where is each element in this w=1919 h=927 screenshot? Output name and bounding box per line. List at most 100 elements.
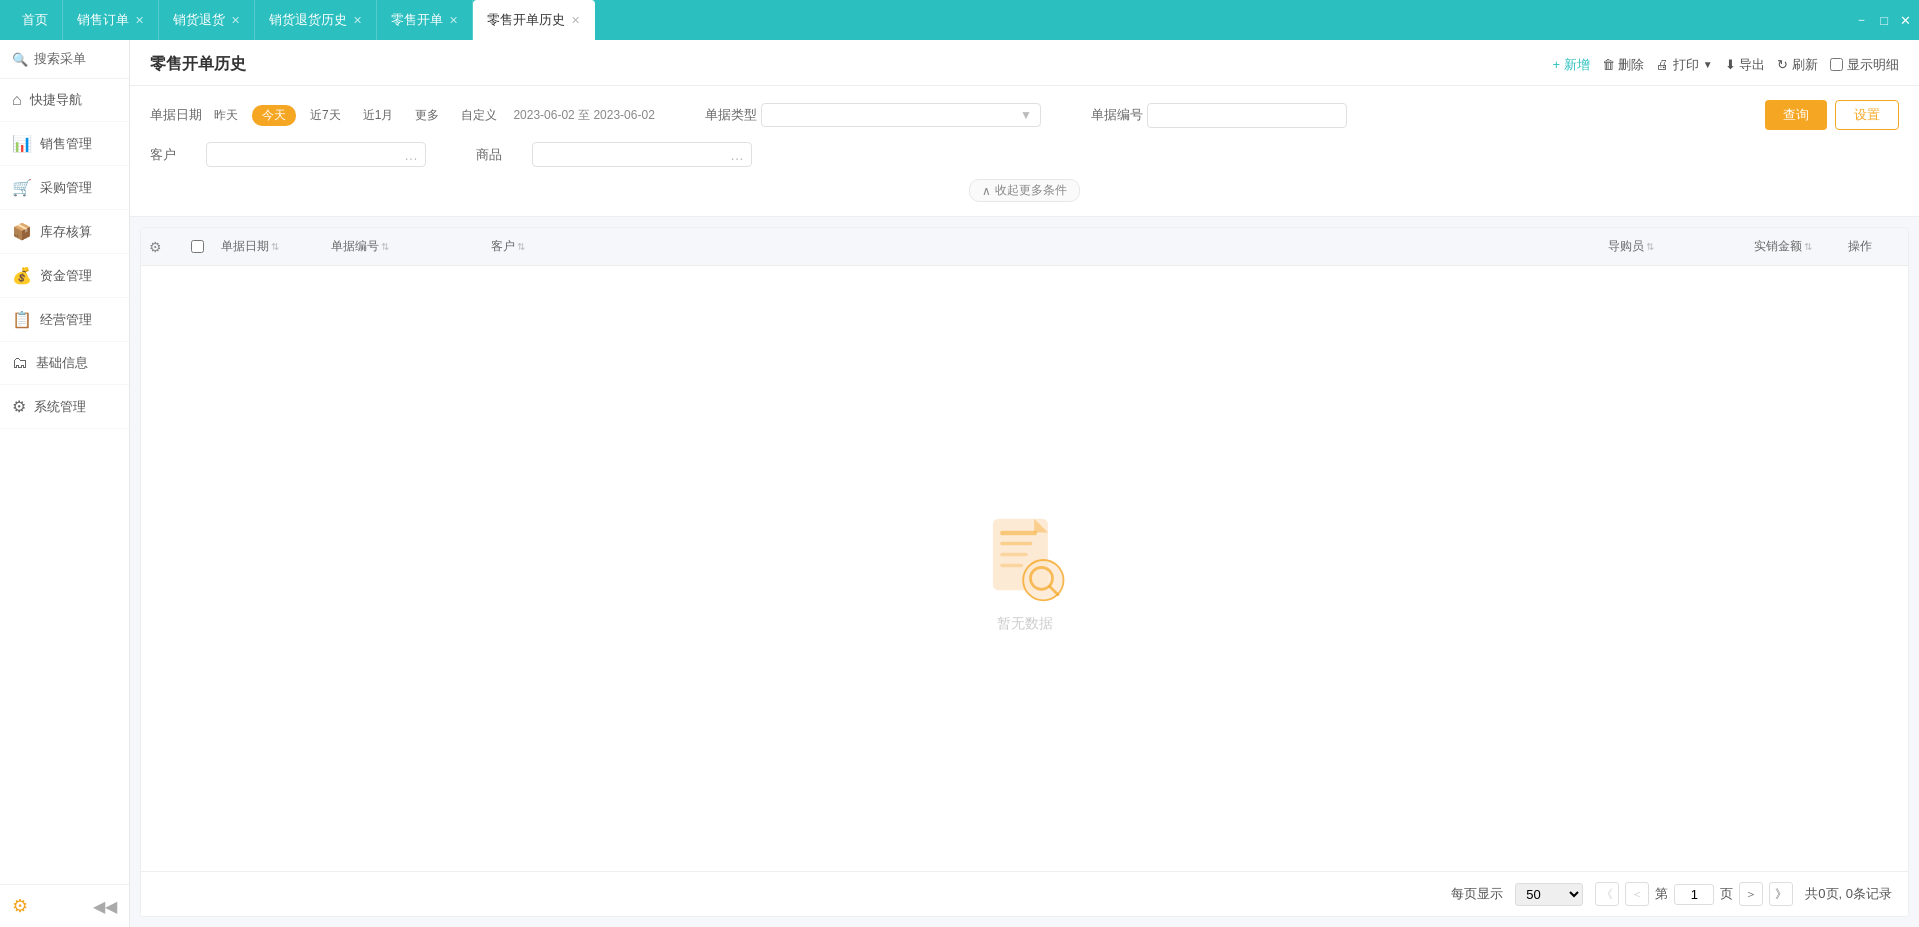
last-page-button[interactable]: 》 (1769, 882, 1793, 906)
settings-button[interactable]: 设置 (1835, 100, 1899, 130)
sidebar-item-quick-nav[interactable]: ⌂ 快捷导航 (0, 79, 129, 122)
col-header-number[interactable]: 单据编号 ⇅ (323, 238, 483, 255)
sidebar-item-purchase[interactable]: 🛒 采购管理 (0, 166, 129, 210)
close-button[interactable]: ✕ (1900, 13, 1911, 28)
per-page-label: 每页显示 (1451, 885, 1503, 903)
sidebar-item-sales[interactable]: 📊 销售管理 (0, 122, 129, 166)
per-page-select[interactable]: 50 100 200 (1515, 883, 1583, 906)
date-btn-yesterday[interactable]: 昨天 (206, 105, 246, 126)
date-filter-group: 单据日期 昨天 今天 近7天 近1月 更多 自定义 2023-06-02 至 2… (150, 105, 655, 126)
sidebar-item-basic-info[interactable]: 🗂 基础信息 (0, 342, 129, 385)
minimize-button[interactable]: － (1855, 11, 1868, 29)
query-button[interactable]: 查询 (1765, 100, 1827, 130)
date-buttons: 昨天 今天 近7天 近1月 更多 自定义 (206, 105, 505, 126)
page-number-input[interactable] (1674, 884, 1714, 905)
number-input[interactable] (1147, 103, 1347, 128)
goods-filter-group: 商品 … (476, 142, 752, 167)
goods-input-wrap: … (532, 142, 752, 167)
tab-retail-order[interactable]: 零售开单 ✕ (377, 0, 473, 40)
table-area: ⚙ 单据日期 ⇅ 单据编号 ⇅ 客户 ⇅ 导购员 ⇅ (140, 227, 1909, 917)
tab-close-retail-order[interactable]: ✕ (449, 14, 458, 27)
date-btn-7days[interactable]: 近7天 (302, 105, 349, 126)
prev-page-button[interactable]: ＜ (1625, 882, 1649, 906)
sidebar-item-system[interactable]: ⚙ 系统管理 (0, 385, 129, 429)
sidebar-item-operations[interactable]: 📋 经营管理 (0, 298, 129, 342)
next-page-button[interactable]: ＞ (1739, 882, 1763, 906)
first-page-button[interactable]: 《 (1595, 882, 1619, 906)
search-icon: 🔍 (12, 52, 28, 67)
refresh-button[interactable]: ↻ 刷新 (1777, 56, 1818, 74)
collapse-button[interactable]: ∧ 收起更多条件 (969, 179, 1080, 202)
quick-nav-icon: ⌂ (12, 91, 22, 109)
col-header-customer[interactable]: 客户 ⇅ (483, 238, 1600, 255)
sidebar-item-inventory[interactable]: 📦 库存核算 (0, 210, 129, 254)
empty-text: 暂无数据 (997, 615, 1053, 633)
print-button[interactable]: 🖨 打印 ▼ (1656, 56, 1713, 74)
svg-rect-3 (1000, 552, 1028, 556)
date-range-display: 2023-06-02 至 2023-06-02 (513, 107, 654, 124)
empty-state: 暂无数据 (141, 266, 1908, 871)
export-button[interactable]: ⬇ 导出 (1725, 56, 1766, 74)
toolbar: + 新增 🗑 删除 🖨 打印 ▼ ⬇ 导出 ↻ 刷新 显示明细 (1552, 56, 1899, 84)
inventory-icon: 📦 (12, 222, 32, 241)
delete-button[interactable]: 🗑 删除 (1602, 56, 1645, 74)
tab-home[interactable]: 首页 (8, 0, 63, 40)
page-title: 零售开单历史 (150, 54, 246, 85)
sidebar-search[interactable]: 🔍 搜索采单 (0, 40, 129, 79)
show-detail-input[interactable] (1830, 58, 1843, 71)
date-btn-more[interactable]: 更多 (407, 105, 447, 126)
empty-illustration (970, 505, 1080, 615)
tab-bar-controls: － □ ✕ (1855, 11, 1911, 29)
col-header-amount[interactable]: 实销金额 ⇅ (1700, 238, 1820, 255)
customer-label: 客户 (150, 146, 206, 164)
goods-input-more-icon[interactable]: … (730, 147, 744, 163)
page-suffix: 页 (1720, 885, 1733, 903)
type-label: 单据类型 (705, 106, 761, 124)
customer-input-more-icon[interactable]: … (404, 147, 418, 163)
settings-gear-icon[interactable]: ⚙ (12, 895, 28, 917)
sidebar-item-finance[interactable]: 💰 资金管理 (0, 254, 129, 298)
number-label: 单据编号 (1091, 106, 1147, 124)
system-icon: ⚙ (12, 397, 26, 416)
number-filter-group: 单据编号 (1091, 103, 1347, 128)
date-btn-today[interactable]: 今天 (252, 105, 296, 126)
sidebar: 🔍 搜索采单 ⌂ 快捷导航 📊 销售管理 🛒 采购管理 📦 库存核算 💰 资金管… (0, 40, 130, 927)
column-settings-icon[interactable]: ⚙ (149, 239, 181, 255)
col-header-guide[interactable]: 导购员 ⇅ (1600, 238, 1700, 255)
col-header-date[interactable]: 单据日期 ⇅ (213, 238, 323, 255)
date-btn-1month[interactable]: 近1月 (355, 105, 402, 126)
table-footer: 每页显示 50 100 200 《 ＜ 第 页 ＞ 》 共0页, 0条记录 (141, 871, 1908, 916)
type-select[interactable]: ▼ (761, 103, 1041, 127)
filter-row-2: 客户 … 商品 … (150, 142, 1899, 167)
print-dropdown-icon: ▼ (1703, 59, 1713, 70)
sales-icon: 📊 (12, 134, 32, 153)
tab-close-retail-order-history[interactable]: ✕ (571, 14, 580, 27)
sidebar-bottom: ⚙ ◀◀ (0, 884, 129, 927)
sidebar-collapse-button[interactable]: ◀◀ (93, 897, 117, 916)
tab-close-sales-order[interactable]: ✕ (135, 14, 144, 27)
date-btn-custom[interactable]: 自定义 (453, 105, 505, 126)
tab-close-sales-return-history[interactable]: ✕ (353, 14, 362, 27)
select-all-checkbox[interactable] (181, 240, 213, 253)
select-all-input[interactable] (191, 240, 204, 253)
filter-row-1: 单据日期 昨天 今天 近7天 近1月 更多 自定义 2023-06-02 至 2… (150, 100, 1899, 130)
tab-close-sales-return[interactable]: ✕ (231, 14, 240, 27)
tab-sales-order[interactable]: 销售订单 ✕ (63, 0, 159, 40)
goods-input[interactable] (532, 142, 752, 167)
tab-retail-order-history[interactable]: 零售开单历史 ✕ (473, 0, 595, 40)
col-header-action: 操作 (1820, 238, 1900, 255)
action-buttons: 查询 设置 (1765, 100, 1899, 130)
date-sort-icon: ⇅ (271, 241, 279, 252)
page-header: 零售开单历史 + 新增 🗑 删除 🖨 打印 ▼ ⬇ 导出 ↻ 刷新 (130, 40, 1919, 86)
customer-filter-group: 客户 … (150, 142, 426, 167)
show-detail-checkbox[interactable]: 显示明细 (1830, 56, 1899, 74)
amount-sort-icon: ⇅ (1804, 241, 1812, 252)
guide-sort-icon: ⇅ (1646, 241, 1654, 252)
maximize-button[interactable]: □ (1880, 13, 1888, 28)
tab-sales-return[interactable]: 销货退货 ✕ (159, 0, 255, 40)
customer-input[interactable] (206, 142, 426, 167)
svg-rect-4 (1000, 563, 1023, 567)
table-header: ⚙ 单据日期 ⇅ 单据编号 ⇅ 客户 ⇅ 导购员 ⇅ (141, 228, 1908, 266)
add-button[interactable]: + 新增 (1552, 56, 1589, 74)
tab-sales-return-history[interactable]: 销货退货历史 ✕ (255, 0, 377, 40)
